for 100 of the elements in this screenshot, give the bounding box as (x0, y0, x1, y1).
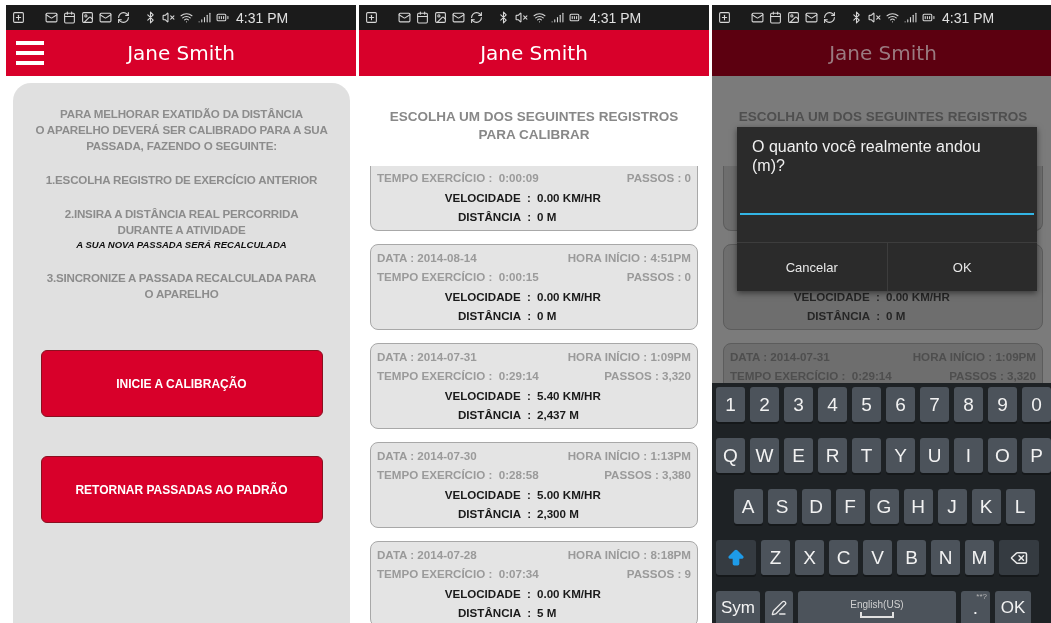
speed-value: 5.40 KM/HR (537, 388, 602, 402)
backspace-key[interactable] (999, 540, 1039, 575)
keyboard-key[interactable]: Sym (716, 591, 760, 623)
handwriting-icon (771, 600, 787, 616)
mute-icon (515, 11, 528, 24)
keyboard-key[interactable]: L (1005, 489, 1035, 524)
step-note: A SUA NOVA PASSADA SERÁ RECALCULADA (76, 238, 287, 252)
keyboard-key[interactable]: Z (761, 540, 790, 575)
distance-value: 2,300 M (537, 507, 580, 521)
keyboard-key[interactable]: 0 (1022, 387, 1051, 422)
record-card[interactable]: DATA : 2014-07-30 HORA INÍCIO : 1:13PM TEMPO EXERCÍCIO : 0:28:58 PASSOS : 3,380 VELOCIDADE : 5.00 KM/HR DISTÂNCIA : 2,300 M (370, 441, 698, 528)
image-icon (787, 11, 800, 24)
keyboard-key[interactable]: J (937, 489, 967, 524)
app-title: Jane Smith (829, 41, 937, 65)
keyboard-key[interactable]: E (784, 438, 813, 473)
keyboard-key[interactable]: V (863, 540, 892, 575)
keyboard-key[interactable]: M (965, 540, 994, 575)
mute-icon (868, 11, 881, 24)
menu-button[interactable] (16, 41, 44, 65)
distance-value: 0 M (537, 309, 558, 323)
wifi-icon (533, 11, 546, 24)
keyboard-key[interactable]: I (954, 438, 983, 473)
speed-value: 0.00 KM/HR (537, 289, 602, 303)
keyboard-key[interactable]: N (931, 540, 960, 575)
keyboard-key[interactable]: G (869, 489, 899, 524)
distance-label: DISTÂNCIA : (806, 309, 880, 323)
record-duration: TEMPO EXERCÍCIO : 0:00:09 (377, 171, 539, 185)
keyboard-key[interactable]: C (829, 540, 858, 575)
wifi-icon (886, 11, 899, 24)
image-icon (81, 11, 94, 24)
dialog-button[interactable]: Cancelar (737, 243, 887, 291)
handwriting-key[interactable] (765, 591, 793, 623)
space-key[interactable]: English(US) (798, 591, 956, 623)
step-text: 1.ESCOLHA REGISTRO DE EXERCÍCIO ANTERIOR (44, 172, 319, 188)
keyboard-key[interactable]: D (801, 489, 831, 524)
distance-label: DISTÂNCIA : (457, 507, 531, 521)
record-card[interactable]: DATA : 2014-08-14 HORA INÍCIO : 4:51PM TEMPO EXERCÍCIO : 0:00:15 PASSOS : 0 VELOCIDADE : 0.00 KM/HR DISTÂNCIA : 0 M (370, 243, 698, 330)
keyboard-key[interactable]: 8 (954, 387, 983, 422)
keyboard-key[interactable]: OK (995, 591, 1031, 623)
status-time: 4:31 PM (236, 9, 289, 26)
record-card[interactable]: TEMPO EXERCÍCIO : 0:00:09 PASSOS : 0 VELOCIDADE : 0.00 KM/HR DISTÂNCIA : 0 M (370, 166, 698, 231)
keyboard-key[interactable]: 7 (920, 387, 949, 422)
keyboard-key[interactable]: 1 (716, 387, 745, 422)
record-start-time: HORA INÍCIO : 8:18PM (567, 547, 691, 561)
status-time: 4:31 PM (589, 9, 642, 26)
app-title: Jane Smith (480, 41, 588, 65)
record-steps: PASSOS : 9 (626, 567, 691, 581)
keyboard-key[interactable]: H (903, 489, 933, 524)
record-start-time: HORA INÍCIO : 1:13PM (567, 448, 691, 462)
speed-value: 5.00 KM/HR (537, 487, 602, 501)
record-card[interactable]: DATA : 2014-07-28 HORA INÍCIO : 8:18PM TEMPO EXERCÍCIO : 0:07:34 PASSOS : 9 VELOCIDADE : 0.00 KM/HR DISTÂNCIA : 5 M (370, 540, 698, 623)
image-icon (434, 11, 447, 24)
keyboard-key[interactable]: 3 (784, 387, 813, 422)
keyboard-key[interactable]: K (971, 489, 1001, 524)
calibration-button[interactable]: RETORNAR PASSADAS AO PADRÃO (40, 456, 323, 523)
record-duration: TEMPO EXERCÍCIO : 0:29:14 (377, 369, 539, 383)
keyboard-key[interactable]: R (818, 438, 847, 473)
distance-label: DISTÂNCIA : (457, 309, 531, 323)
calibration-button[interactable]: INICIE A CALIBRAÇÃO (40, 350, 323, 417)
bluetooth-icon (497, 11, 510, 24)
shift-key[interactable] (716, 540, 756, 575)
keyboard-key[interactable]: 5 (852, 387, 881, 422)
keyboard-key[interactable]: Q (716, 438, 745, 473)
keyboard-key[interactable]: 2 (750, 387, 779, 422)
keyboard-key[interactable]: 9 (988, 387, 1017, 422)
key-hint: **? (976, 592, 987, 601)
keyboard-key[interactable]: S (767, 489, 797, 524)
distance-label: DISTÂNCIA : (457, 408, 531, 422)
keyboard-key[interactable]: P (1022, 438, 1051, 473)
speed-label: VELOCIDADE : (792, 289, 880, 303)
shift-icon (726, 547, 746, 568)
record-steps: PASSOS : 0 (626, 171, 691, 185)
keyboard-key[interactable]: O (988, 438, 1017, 473)
battery-icon (922, 11, 935, 24)
speed-value: 0.00 KM/HR (886, 289, 951, 303)
record-date: DATA : 2014-07-31 (377, 349, 477, 363)
keyboard-key[interactable]: 4 (818, 387, 847, 422)
keyboard-key[interactable]: T (852, 438, 881, 473)
record-date: DATA : 2014-08-14 (377, 250, 477, 264)
record-card[interactable]: DATA : 2014-07-31 HORA INÍCIO : 1:09PM TEMPO EXERCÍCIO : 0:29:14 PASSOS : 3,320 VELOCIDADE : 5.40 KM/HR DISTÂNCIA : 2,437 M (370, 342, 698, 429)
signal-icon (551, 11, 564, 24)
distance-value: 0 M (886, 309, 907, 323)
keyboard-key[interactable]: A (733, 489, 763, 524)
keyboard-key[interactable]: .**? (961, 591, 990, 623)
distance-value: 2,437 M (537, 408, 580, 422)
keyboard-key[interactable]: F (835, 489, 865, 524)
bluetooth-icon (144, 11, 157, 24)
record-steps: PASSOS : 0 (626, 270, 691, 284)
record-duration: TEMPO EXERCÍCIO : 0:07:34 (377, 567, 539, 581)
distance-label: DISTÂNCIA : (457, 210, 531, 224)
keyboard-key[interactable]: Y (886, 438, 915, 473)
keyboard-key[interactable]: X (795, 540, 824, 575)
app-title: Jane Smith (127, 41, 235, 65)
speed-label: VELOCIDADE : (443, 487, 531, 501)
add-icon (12, 11, 25, 24)
keyboard-key[interactable]: U (920, 438, 949, 473)
keyboard-key[interactable]: 6 (886, 387, 915, 422)
keyboard-key[interactable]: W (750, 438, 779, 473)
dialog-button[interactable]: OK (886, 243, 1037, 291)
keyboard-key[interactable]: B (897, 540, 926, 575)
